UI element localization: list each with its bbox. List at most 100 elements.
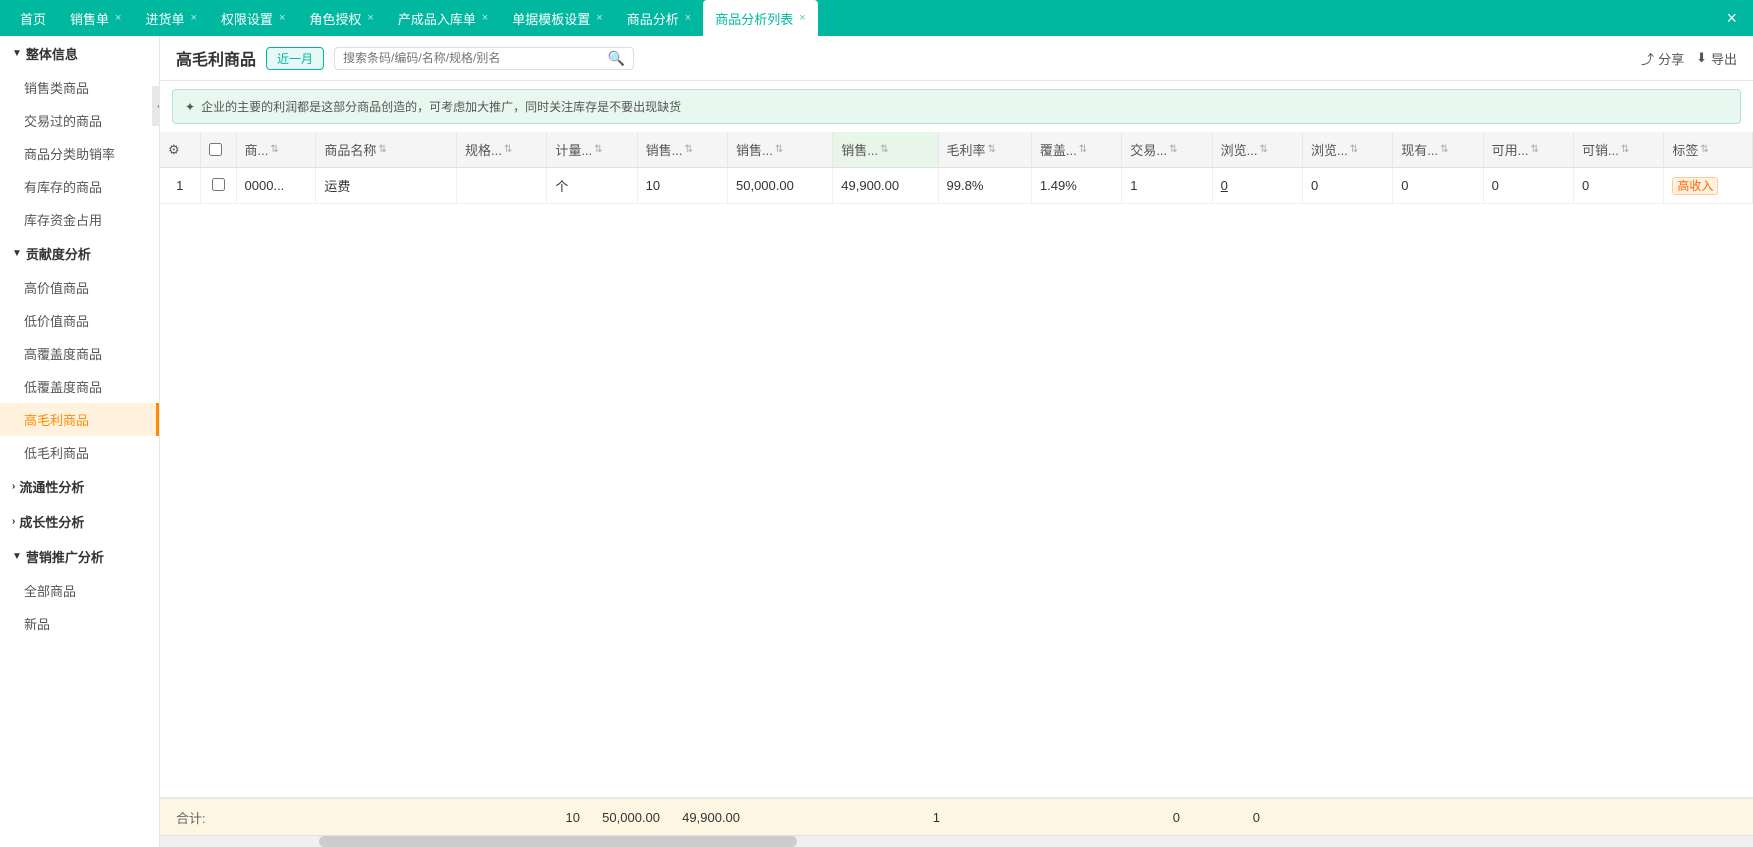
content-area: 高毛利商品 近一月 🔍 ⤴ 分享 ⬇ 导出 ✦ 企业的主要的利润都是这部分商品创… bbox=[160, 36, 1753, 847]
cell-checkbox[interactable] bbox=[200, 168, 236, 204]
footer-values: 10 50,000.00 49,900.00 1 0 0 bbox=[296, 810, 1276, 825]
sidebar-item-high-coverage[interactable]: 高覆盖度商品 bbox=[0, 337, 159, 370]
close-tab-purchase[interactable]: × bbox=[190, 12, 196, 24]
col-browse1[interactable]: 浏览...⇅ bbox=[1212, 132, 1302, 168]
col-browse2[interactable]: 浏览...⇅ bbox=[1302, 132, 1392, 168]
sort-icon-available: ⇅ bbox=[1530, 144, 1538, 155]
cell-available: 0 bbox=[1483, 168, 1573, 204]
sidebar-item-category-rate[interactable]: 商品分类助销率 bbox=[0, 137, 159, 170]
tab-purchase[interactable]: 进货单 × bbox=[133, 0, 208, 36]
cell-browse1[interactable]: 0 bbox=[1212, 168, 1302, 204]
close-all-tabs[interactable]: × bbox=[1718, 8, 1745, 29]
close-tab-analysis-list[interactable]: × bbox=[799, 12, 805, 24]
col-code[interactable]: 商...⇅ bbox=[236, 132, 316, 168]
footer-browse1-val: 0 bbox=[1116, 810, 1196, 825]
filter-recent-month-btn[interactable]: 近一月 bbox=[266, 47, 324, 70]
tag-badge: 高收入 bbox=[1672, 177, 1718, 195]
footer-label: 合计: bbox=[176, 808, 296, 827]
col-available[interactable]: 可用...⇅ bbox=[1483, 132, 1573, 168]
tab-permissions[interactable]: 权限设置 × bbox=[209, 0, 297, 36]
sidebar-group-marketing[interactable]: ▼ 营销推广分析 bbox=[0, 539, 159, 574]
top-nav: 首页 销售单 × 进货单 × 权限设置 × 角色授权 × 产成品入库单 × 单据… bbox=[0, 0, 1753, 36]
sort-icon-unit: ⇅ bbox=[594, 144, 602, 155]
row-checkbox[interactable] bbox=[212, 178, 225, 191]
close-tab-sales[interactable]: × bbox=[115, 12, 121, 24]
sidebar-item-stock-capital[interactable]: 库存资金占用 bbox=[0, 203, 159, 236]
cell-coverage: 1.49% bbox=[1031, 168, 1121, 204]
col-settings[interactable]: ⚙ bbox=[160, 132, 200, 168]
cell-gross-rate: 99.8% bbox=[938, 168, 1031, 204]
col-current[interactable]: 现有...⇅ bbox=[1393, 132, 1483, 168]
arrow-icon-liquidity: › bbox=[12, 481, 15, 492]
browse1-link[interactable]: 0 bbox=[1221, 178, 1228, 193]
sidebar-item-high-value[interactable]: 高价值商品 bbox=[0, 271, 159, 304]
scrollbar-thumb bbox=[319, 836, 797, 847]
col-coverage[interactable]: 覆盖...⇅ bbox=[1031, 132, 1121, 168]
sidebar-item-sales-goods[interactable]: 销售类商品 bbox=[0, 71, 159, 104]
share-btn[interactable]: ⤴ 分享 bbox=[1641, 49, 1684, 68]
sort-icon-tag: ⇅ bbox=[1700, 144, 1708, 155]
sidebar-collapse-btn[interactable]: « bbox=[152, 86, 160, 126]
close-tab-products[interactable]: × bbox=[482, 12, 488, 24]
sort-icon-sales-amount: ⇅ bbox=[775, 144, 783, 155]
sidebar-item-low-value[interactable]: 低价值商品 bbox=[0, 304, 159, 337]
sidebar-group-growth[interactable]: › 成长性分析 bbox=[0, 504, 159, 539]
footer-gross-spacer bbox=[756, 810, 876, 825]
sort-icon-code: ⇅ bbox=[270, 144, 278, 155]
col-trade[interactable]: 交易...⇅ bbox=[1122, 132, 1212, 168]
close-tab-template[interactable]: × bbox=[596, 12, 602, 24]
tab-analysis[interactable]: 商品分析 × bbox=[615, 0, 703, 36]
footer-amount-val: 50,000.00 bbox=[596, 810, 676, 825]
close-tab-permissions[interactable]: × bbox=[279, 12, 285, 24]
tab-sales[interactable]: 销售单 × bbox=[58, 0, 133, 36]
tab-home[interactable]: 首页 bbox=[8, 0, 58, 36]
sidebar-group-liquidity[interactable]: › 流通性分析 bbox=[0, 469, 159, 504]
cell-sales-qty: 10 bbox=[637, 168, 727, 204]
col-unit[interactable]: 计量...⇅ bbox=[547, 132, 637, 168]
cell-trade: 1 bbox=[1122, 168, 1212, 204]
col-sales-cost[interactable]: 销售...⇅ bbox=[833, 132, 938, 168]
sort-icon-coverage: ⇅ bbox=[1079, 144, 1087, 155]
tab-products[interactable]: 产成品入库单 × bbox=[386, 0, 500, 36]
search-wrapper: 🔍 bbox=[334, 47, 634, 70]
tab-roles[interactable]: 角色授权 × bbox=[297, 0, 385, 36]
select-all-checkbox[interactable] bbox=[209, 143, 222, 156]
footer-available-val: 0 bbox=[1196, 810, 1276, 825]
col-checkbox bbox=[200, 132, 236, 168]
close-tab-analysis[interactable]: × bbox=[685, 12, 691, 24]
sidebar-item-low-margin[interactable]: 低毛利商品 bbox=[0, 436, 159, 469]
sidebar-item-all-goods[interactable]: 全部商品 bbox=[0, 574, 159, 607]
col-sellable[interactable]: 可销...⇅ bbox=[1573, 132, 1663, 168]
export-btn[interactable]: ⬇ 导出 bbox=[1696, 49, 1737, 68]
arrow-icon-marketing: ▼ bbox=[12, 551, 22, 562]
sort-icon-browse2: ⇅ bbox=[1350, 144, 1358, 155]
sidebar-item-high-margin[interactable]: 高毛利商品 bbox=[0, 403, 159, 436]
col-sales-amount[interactable]: 销售...⇅ bbox=[728, 132, 833, 168]
cell-tag: 高收入 bbox=[1664, 168, 1753, 204]
sidebar-item-new-goods[interactable]: 新品 bbox=[0, 607, 159, 640]
cell-sales-cost: 49,900.00 bbox=[833, 168, 938, 204]
sidebar-item-low-coverage[interactable]: 低覆盖度商品 bbox=[0, 370, 159, 403]
info-banner: ✦ 企业的主要的利润都是这部分商品创造的，可考虑加大推广，同时关注库存是不要出现… bbox=[172, 89, 1741, 124]
close-tab-roles[interactable]: × bbox=[367, 12, 373, 24]
col-sales-qty[interactable]: 销售...⇅ bbox=[637, 132, 727, 168]
tab-template[interactable]: 单据模板设置 × bbox=[500, 0, 614, 36]
sort-icon-browse1: ⇅ bbox=[1259, 144, 1267, 155]
col-name[interactable]: 商品名称⇅ bbox=[316, 132, 457, 168]
col-gross-rate[interactable]: 毛利率⇅ bbox=[938, 132, 1031, 168]
cell-unit: 个 bbox=[547, 168, 637, 204]
page-title: 高毛利商品 bbox=[176, 46, 256, 70]
sidebar-group-contribution[interactable]: ▼ 贡献度分析 bbox=[0, 236, 159, 271]
sidebar-group-general[interactable]: ▼ 整体信息 bbox=[0, 36, 159, 71]
bottom-scrollbar[interactable] bbox=[160, 835, 1753, 847]
sidebar-item-in-stock[interactable]: 有库存的商品 bbox=[0, 170, 159, 203]
cell-name: 运费 bbox=[316, 168, 457, 204]
search-input[interactable] bbox=[343, 51, 608, 65]
sort-icon-current: ⇅ bbox=[1440, 144, 1448, 155]
header-actions: ⤴ 分享 ⬇ 导出 bbox=[1641, 49, 1737, 68]
search-icon[interactable]: 🔍 bbox=[608, 50, 625, 67]
col-tag[interactable]: 标签⇅ bbox=[1664, 132, 1753, 168]
sidebar-item-traded-goods[interactable]: 交易过的商品 bbox=[0, 104, 159, 137]
tab-analysis-list[interactable]: 商品分析列表 × bbox=[703, 0, 817, 36]
col-spec[interactable]: 规格...⇅ bbox=[456, 132, 546, 168]
